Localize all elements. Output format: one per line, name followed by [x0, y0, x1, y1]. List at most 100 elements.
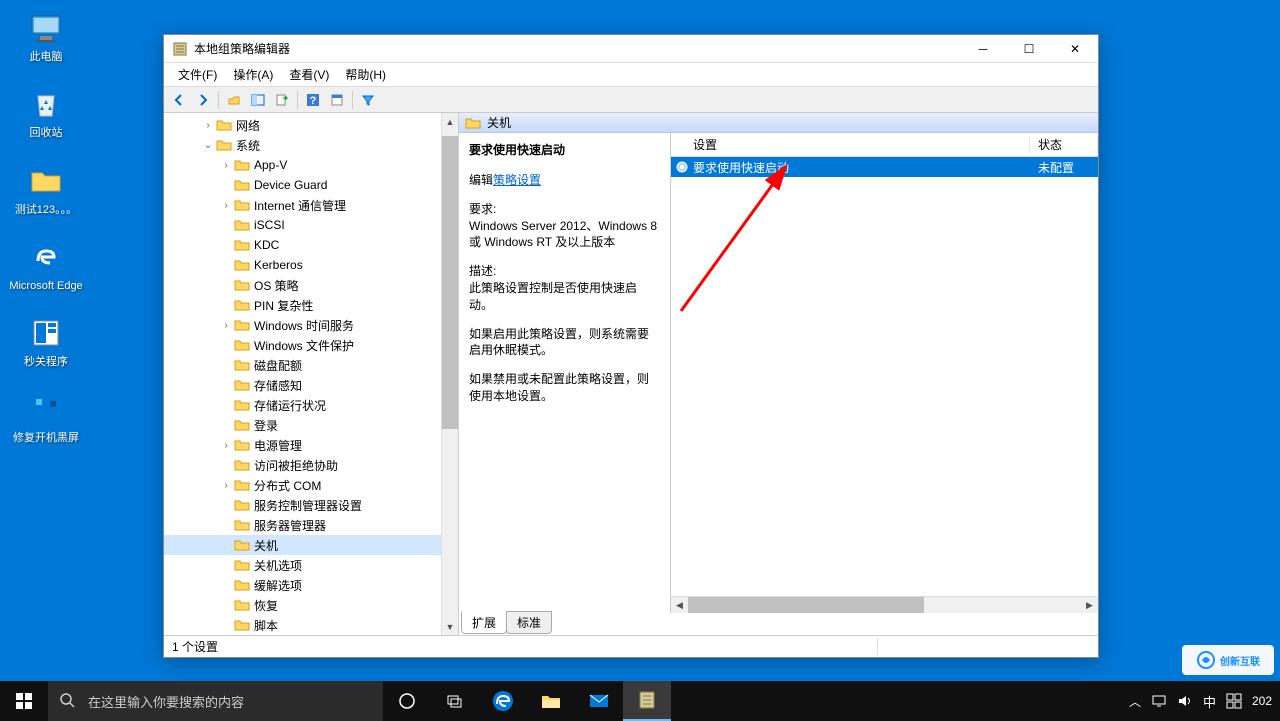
tree-item[interactable]: ⌄系统 — [164, 135, 441, 155]
filter-button[interactable] — [357, 89, 379, 111]
twisty-icon[interactable] — [218, 557, 234, 573]
twisty-icon[interactable] — [218, 577, 234, 593]
twisty-icon[interactable] — [218, 417, 234, 433]
twisty-icon[interactable] — [218, 297, 234, 313]
twisty-icon[interactable] — [218, 457, 234, 473]
scroll-thumb[interactable] — [688, 597, 924, 613]
tree-item[interactable]: OS 策略 — [164, 275, 441, 295]
close-button[interactable]: ✕ — [1052, 35, 1098, 63]
help-button[interactable]: ? — [302, 89, 324, 111]
tree-item[interactable]: ›App-V — [164, 155, 441, 175]
export-button[interactable] — [271, 89, 293, 111]
tree-item[interactable]: ›Windows 时间服务 — [164, 315, 441, 335]
desktop-icon-this-pc[interactable]: 此电脑 — [8, 10, 84, 64]
twisty-icon[interactable] — [218, 377, 234, 393]
twisty-icon[interactable] — [218, 217, 234, 233]
horizontal-scrollbar[interactable]: ◀ ▶ — [671, 596, 1098, 613]
tree-item[interactable]: 磁盘配额 — [164, 355, 441, 375]
up-button[interactable] — [223, 89, 245, 111]
scroll-right-arrow[interactable]: ▶ — [1081, 600, 1098, 611]
tree-item[interactable]: 服务器管理器 — [164, 515, 441, 535]
task-view-button[interactable] — [431, 681, 479, 721]
twisty-icon[interactable] — [218, 397, 234, 413]
scroll-down-arrow[interactable]: ▼ — [442, 618, 458, 635]
forward-button[interactable] — [192, 89, 214, 111]
desktop-icon-folder-test[interactable]: 测试123。。。 — [8, 163, 84, 217]
back-button[interactable] — [168, 89, 190, 111]
ime-keyboard-icon[interactable] — [1226, 693, 1242, 709]
twisty-icon[interactable]: ⌄ — [200, 137, 216, 153]
tree-item[interactable]: 恢复 — [164, 595, 441, 615]
scroll-track[interactable] — [442, 130, 458, 618]
taskbar-mail[interactable] — [575, 681, 623, 721]
desktop-icon-fix-boot[interactable]: 修复开机黑屏 — [8, 391, 84, 445]
titlebar[interactable]: 本地组策略编辑器 ─ ☐ ✕ — [164, 35, 1098, 63]
minimize-button[interactable]: ─ — [960, 35, 1006, 63]
twisty-icon[interactable]: › — [218, 317, 234, 333]
tree-item[interactable]: iSCSI — [164, 215, 441, 235]
desktop-icon-shutdown[interactable]: 秒关程序 — [8, 315, 84, 369]
tree-item[interactable]: 服务控制管理器设置 — [164, 495, 441, 515]
tab-extended[interactable]: 扩展 — [461, 611, 507, 634]
tree-item[interactable]: ›Internet 通信管理 — [164, 195, 441, 215]
col-status[interactable]: 状态 — [1030, 136, 1098, 153]
twisty-icon[interactable] — [218, 177, 234, 193]
taskbar-explorer[interactable] — [527, 681, 575, 721]
tree-item[interactable]: 存储运行状况 — [164, 395, 441, 415]
twisty-icon[interactable] — [218, 597, 234, 613]
volume-icon[interactable] — [1177, 693, 1193, 709]
show-hide-tree-button[interactable] — [247, 89, 269, 111]
tree-body[interactable]: ›网络⌄系统›App-VDevice Guard›Internet 通信管理iS… — [164, 113, 441, 635]
col-setting[interactable]: 设置 — [671, 136, 1030, 153]
twisty-icon[interactable] — [218, 337, 234, 353]
tab-standard[interactable]: 标准 — [506, 611, 552, 634]
tree-item[interactable]: KDC — [164, 235, 441, 255]
maximize-button[interactable]: ☐ — [1006, 35, 1052, 63]
twisty-icon[interactable] — [218, 517, 234, 533]
tree-item[interactable]: ›网络 — [164, 115, 441, 135]
list-row[interactable]: 要求使用快速启动 未配置 — [671, 157, 1098, 177]
network-icon[interactable] — [1151, 693, 1167, 709]
tree-item[interactable]: 关机选项 — [164, 555, 441, 575]
twisty-icon[interactable]: › — [218, 197, 234, 213]
twisty-icon[interactable] — [218, 617, 234, 633]
tree-item[interactable]: 脚本 — [164, 615, 441, 635]
twisty-icon[interactable] — [218, 357, 234, 373]
search-box[interactable]: 在这里输入你要搜索的内容 — [48, 681, 383, 721]
ime-indicator[interactable]: 中 — [1203, 692, 1216, 711]
desktop-icon-recycle-bin[interactable]: 回收站 — [8, 86, 84, 140]
tree-item[interactable]: Kerberos — [164, 255, 441, 275]
twisty-icon[interactable]: › — [218, 477, 234, 493]
tree-item[interactable]: ›电源管理 — [164, 435, 441, 455]
menu-help[interactable]: 帮助(H) — [337, 64, 394, 85]
tree-item[interactable]: Device Guard — [164, 175, 441, 195]
scroll-up-arrow[interactable]: ▲ — [442, 113, 458, 130]
twisty-icon[interactable] — [218, 497, 234, 513]
twisty-icon[interactable] — [218, 537, 234, 553]
tree-item[interactable]: Windows 文件保护 — [164, 335, 441, 355]
cortana-button[interactable] — [383, 681, 431, 721]
twisty-icon[interactable] — [218, 277, 234, 293]
tree-item[interactable]: 关机 — [164, 535, 441, 555]
taskbar-edge[interactable] — [479, 681, 527, 721]
tree-item[interactable]: 访问被拒绝协助 — [164, 455, 441, 475]
scroll-left-arrow[interactable]: ◀ — [671, 600, 688, 611]
tree-scrollbar[interactable]: ▲ ▼ — [441, 113, 458, 635]
properties-button[interactable] — [326, 89, 348, 111]
twisty-icon[interactable] — [218, 237, 234, 253]
tree-item[interactable]: 登录 — [164, 415, 441, 435]
tree-item[interactable]: PIN 复杂性 — [164, 295, 441, 315]
tray-chevron-icon[interactable]: ︿ — [1129, 693, 1141, 710]
menu-action[interactable]: 操作(A) — [225, 64, 281, 85]
menu-file[interactable]: 文件(F) — [170, 64, 225, 85]
twisty-icon[interactable]: › — [218, 437, 234, 453]
twisty-icon[interactable] — [218, 257, 234, 273]
clock[interactable]: 202 — [1252, 694, 1272, 708]
tree-item[interactable]: 存储感知 — [164, 375, 441, 395]
tree-item[interactable]: ›分布式 COM — [164, 475, 441, 495]
tree-item[interactable]: 缓解选项 — [164, 575, 441, 595]
scroll-thumb[interactable] — [442, 136, 458, 429]
scroll-track[interactable] — [688, 597, 1081, 613]
taskbar-gpedit[interactable] — [623, 681, 671, 721]
twisty-icon[interactable]: › — [200, 117, 216, 133]
